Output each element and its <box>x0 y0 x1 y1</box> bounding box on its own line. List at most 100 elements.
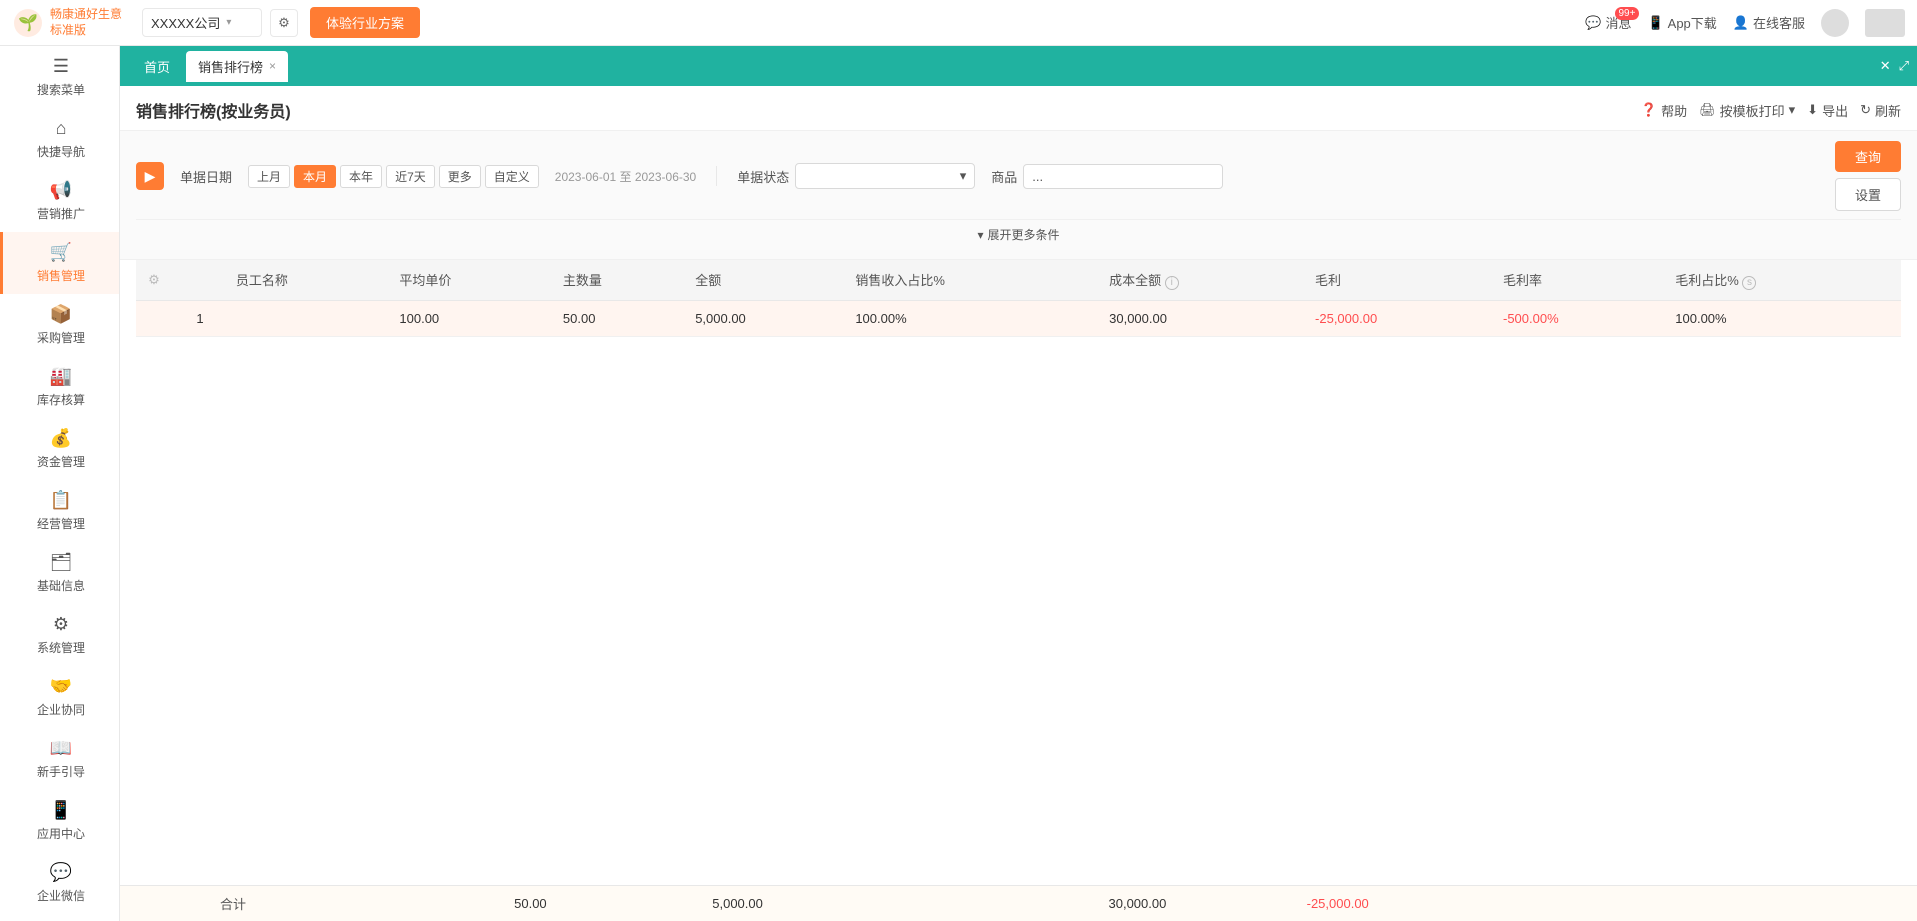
date-this-year-btn[interactable]: 本年 <box>340 165 382 188</box>
system-icon: ⚙ <box>53 614 69 635</box>
export-icon: ⬇ <box>1807 102 1818 118</box>
sidebar-label-guide: 新手引导 <box>37 763 85 780</box>
sidebar-item-basic[interactable]: 🗂 基础信息 <box>0 542 119 604</box>
sidebar-item-guide[interactable]: 📖 新手引导 <box>0 728 119 790</box>
sidebar-item-inventory[interactable]: 🏭 库存核算 <box>0 356 119 418</box>
print-icon: 🖨 <box>1699 102 1716 118</box>
message-badge: 99+ <box>1615 7 1640 20</box>
table-row: 1 100.00 50.00 5,000.00 100.00% 30,000.0… <box>136 300 1901 336</box>
avatar[interactable] <box>1821 9 1849 37</box>
sidebar-item-wechat[interactable]: 💬 企业微信 <box>0 852 119 914</box>
sidebar-item-purchase[interactable]: 📦 采购管理 <box>0 294 119 356</box>
content-area: 首页 销售排行榜 × ✕ ⤢ 销售排行榜(按业务员) ❓ 帮助 <box>120 46 1917 921</box>
row-qty: 50.00 <box>555 300 687 336</box>
apps-icon: 📱 <box>50 800 72 821</box>
user-name[interactable] <box>1865 9 1905 37</box>
expand-chevron-icon: ▾ <box>977 228 983 242</box>
query-col: 查询 设置 <box>1835 141 1901 211</box>
app-icon: 📱 <box>1647 15 1663 31</box>
filter-settings-btn[interactable]: 设置 <box>1835 178 1901 211</box>
sidebar-item-cooperation[interactable]: 🤝 企业协同 <box>0 666 119 728</box>
print-btn[interactable]: 🖨 按模板打印 ▾ <box>1699 101 1795 120</box>
goods-label: 商品 <box>991 167 1017 186</box>
row-employee-name <box>228 300 392 336</box>
online-service-btn[interactable]: 👤 在线客服 <box>1733 13 1805 32</box>
sidebar-item-operation[interactable]: 📋 经营管理 <box>0 480 119 542</box>
date-buttons: 上月 本月 本年 近7天 更多 自定义 <box>248 165 539 188</box>
settings-icon[interactable]: ⚙ <box>270 9 298 37</box>
row-rank: 1 <box>172 300 228 336</box>
date-7days-btn[interactable]: 近7天 <box>386 165 435 188</box>
tab-right-actions: ✕ ⤢ <box>1880 58 1909 74</box>
date-prev-btn[interactable]: 上月 <box>248 165 290 188</box>
sidebar: ☰ 搜索菜单 ⌂ 快捷导航 📢 营销推广 🛒 销售管理 📦 采购管理 🏭 库存核… <box>0 46 120 921</box>
footer-cost: 30,000.00 <box>1101 896 1299 911</box>
row-sales-pct: 100.00% <box>847 300 1101 336</box>
row-settings-col <box>136 300 172 336</box>
sidebar-label-finance: 资金管理 <box>37 453 85 470</box>
guide-icon: 📖 <box>50 738 72 759</box>
operation-icon: 📋 <box>50 490 72 511</box>
filter-divider <box>716 166 717 186</box>
sidebar-label-cooperation: 企业协同 <box>37 701 85 718</box>
footer-gross: -25,000.00 <box>1299 896 1497 911</box>
sidebar-label-sales: 销售管理 <box>37 267 85 284</box>
message-icon: 💬 <box>1585 15 1601 31</box>
top-header: 🌱 畅康通好生意 标准版 XXXXX公司 ▾ ⚙ 体验行业方案 💬 消息 99+… <box>0 0 1917 46</box>
status-select[interactable]: ▾ <box>795 163 975 189</box>
sidebar-item-shortcut[interactable]: ⌂ 快捷导航 <box>0 108 119 170</box>
filter-row: ▶ 单据日期 上月 本月 本年 近7天 更多 自定义 2023-06-01 至 … <box>136 141 1901 211</box>
refresh-btn[interactable]: ↻ 刷新 <box>1860 101 1901 120</box>
help-btn[interactable]: ❓ 帮助 <box>1641 101 1687 120</box>
marketing-icon: 📢 <box>50 180 72 201</box>
page-content: 销售排行榜(按业务员) ❓ 帮助 🖨 按模板打印 ▾ ⬇ 导出 <box>120 86 1917 921</box>
tab-close-icon[interactable]: × <box>269 59 276 73</box>
export-btn[interactable]: ⬇ 导出 <box>1807 101 1848 120</box>
sidebar-item-sales[interactable]: 🛒 销售管理 <box>0 232 119 294</box>
col-employee-name: 员工名称 <box>228 260 392 300</box>
sidebar-item-marketing[interactable]: 📢 营销推广 <box>0 170 119 232</box>
search-icon: ☰ <box>53 56 69 77</box>
date-this-month-btn[interactable]: 本月 <box>294 165 336 188</box>
date-custom-btn[interactable]: 自定义 <box>485 165 539 188</box>
ranking-table: ⚙ 员工名称 平均单价 主数量 全额 销售收入占比% 成本全额 i 毛利 <box>136 260 1901 337</box>
tab-sales-ranking[interactable]: 销售排行榜 × <box>186 51 288 82</box>
sidebar-label-apps: 应用中心 <box>37 825 85 842</box>
date-label: 单据日期 <box>180 167 232 186</box>
wechat-icon: 💬 <box>50 862 72 883</box>
message-btn[interactable]: 💬 消息 99+ <box>1585 13 1631 32</box>
col-avg-price: 平均单价 <box>391 260 555 300</box>
sidebar-item-search[interactable]: ☰ 搜索菜单 <box>0 46 119 108</box>
col-gross: 毛利 <box>1307 260 1495 300</box>
row-gross-rate: -500.00% <box>1495 300 1667 336</box>
col-gross-rate: 毛利率 <box>1495 260 1667 300</box>
row-cost: 30,000.00 <box>1101 300 1307 336</box>
sidebar-item-member[interactable]: 👑 畅会员 <box>0 914 119 921</box>
trial-btn[interactable]: 体验行业方案 <box>310 7 420 38</box>
logo-text: 畅康通好生意 标准版 <box>50 7 122 38</box>
sidebar-item-finance[interactable]: 💰 资金管理 <box>0 418 119 480</box>
row-gross: -25,000.00 <box>1307 300 1495 336</box>
status-chevron-icon: ▾ <box>960 168 967 184</box>
status-filter: 单据状态 ▾ <box>737 163 975 189</box>
company-selector[interactable]: XXXXX公司 ▾ <box>142 8 262 37</box>
row-avg-price: 100.00 <box>391 300 555 336</box>
sidebar-item-apps[interactable]: 📱 应用中心 <box>0 790 119 852</box>
goods-select[interactable]: ... <box>1023 164 1223 189</box>
tab-home[interactable]: 首页 <box>128 49 186 84</box>
cost-info-icon[interactable]: i <box>1165 276 1179 290</box>
tab-minimize-icon[interactable]: ✕ <box>1880 58 1891 74</box>
app-download-btn[interactable]: 📱 App下载 <box>1647 13 1716 32</box>
sidebar-label-marketing: 营销推广 <box>37 205 85 222</box>
page-title: 销售排行榜(按业务员) <box>136 98 291 122</box>
sidebar-item-system[interactable]: ⚙ 系统管理 <box>0 604 119 666</box>
col-settings[interactable]: ⚙ <box>136 260 172 300</box>
date-more-btn[interactable]: 更多 <box>439 165 481 188</box>
filter-collapse-btn[interactable]: ▶ <box>136 162 164 190</box>
tab-maximize-icon[interactable]: ⤢ <box>1899 58 1909 74</box>
query-btn[interactable]: 查询 <box>1835 141 1901 172</box>
expand-conditions-btn[interactable]: ▾ 展开更多条件 <box>136 219 1901 249</box>
filter-area: ▶ 单据日期 上月 本月 本年 近7天 更多 自定义 2023-06-01 至 … <box>120 131 1917 260</box>
footer-total-label: 合计 <box>220 894 300 913</box>
gross-pct-info-icon[interactable]: s <box>1742 276 1756 290</box>
